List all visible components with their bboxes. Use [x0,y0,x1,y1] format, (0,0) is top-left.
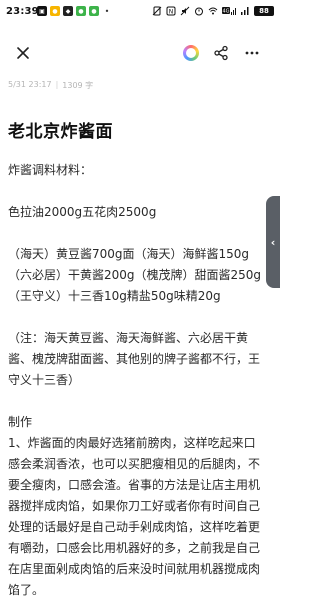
meta-separator: | [55,80,59,89]
more-icon[interactable] [244,45,260,61]
note-paragraph: 炸酱调料材料： [8,163,93,177]
note-meta: 5/31 23:17 | 1309 字 [8,80,93,91]
battery-indicator: 88 [254,6,274,16]
no-sim-icon [152,6,162,16]
alarm-icon [194,6,204,16]
color-palette-icon[interactable] [183,45,199,61]
note-date: 5/31 23:17 [8,80,52,89]
note-title[interactable]: 老北京炸酱面 [8,117,113,142]
status-time: 23:39 [6,6,39,17]
note-toolbar [0,36,280,68]
signal-bars-icon [240,6,250,16]
note-body[interactable]: 炸酱调料材料： 色拉油2000g五花肉2500g （海天）黄豆酱700g面（海天… [8,160,266,600]
chevron-left-icon: ‹ [270,235,276,249]
note-paragraph: 色拉油2000g五花肉2500g [8,205,157,219]
note-paragraph: 制作 [8,415,33,429]
note-paragraph: （海天）黄豆酱700g面（海天）海鲜酱150g（六必居）干黄酱200g（槐茂牌）… [8,247,262,303]
notification-icons: ▣ ● ◆ ● ● • [37,6,112,16]
status-bar: 23:39 ▣ ● ◆ ● ● • N 4G 88 [0,0,280,24]
nfc-icon: N [166,6,176,16]
svg-text:4G: 4G [222,9,229,15]
mute-icon [180,6,190,16]
side-panel-handle[interactable]: ‹ [266,196,280,288]
svg-text:N: N [169,9,174,16]
system-status-icons: N 4G 88 [152,6,274,16]
note-paragraph: （注：海天黄豆酱、海天海鲜酱、六必居干黄酱、槐茂牌甜面酱、其他别的牌子酱都不行，… [8,331,261,387]
app-notification-icon: ● [76,6,86,16]
signal-4g-icon: 4G [222,6,236,16]
note-paragraph: 1、炸酱面的肉最好选猪前膀肉，这样吃起来口感会柔润香浓，也可以买肥瘦相见的后腿肉… [8,436,261,597]
app-notification-icon: ◆ [63,6,73,16]
app-notification-icon: ● [89,6,99,16]
wifi-icon [208,6,218,16]
close-icon[interactable] [14,44,32,62]
word-count: 1309 字 [62,81,94,90]
notes-screen: 23:39 ▣ ● ◆ ● ● • N 4G 88 5/31 23:17 | 1… [0,0,280,600]
more-notifications-icon: • [102,6,112,16]
share-icon[interactable] [213,45,229,61]
app-notification-icon: ▣ [37,6,47,16]
app-notification-icon: ● [50,6,60,16]
